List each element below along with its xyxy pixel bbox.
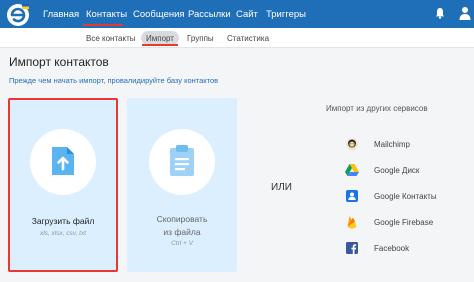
copy-card-shortcut: Ctrl + V [171, 240, 193, 247]
copy-from-file-card[interactable]: Скопировать из файла Ctrl + V [127, 98, 237, 272]
service-label: Google Диск [374, 166, 420, 175]
page-title: Импорт контактов [9, 55, 109, 69]
service-label: Mailchimp [374, 140, 411, 149]
top-navigation-bar: Главная Контакты Сообщения Рассылки Сайт… [0, 0, 474, 28]
upload-card-title: Загрузить файл [31, 216, 95, 226]
service-google-drive[interactable]: Google Диск [345, 163, 465, 179]
user-profile-icon[interactable] [459, 6, 471, 20]
nav-item-contacts[interactable]: Контакты [86, 9, 127, 20]
other-services-title: Импорт из других сервисов [326, 104, 428, 113]
nav-item-messages[interactable]: Сообщения [133, 9, 185, 20]
file-upload-icon [52, 147, 74, 175]
service-label: Google Контакты [374, 192, 437, 201]
copy-icon-circle [149, 129, 215, 195]
mailchimp-icon [346, 138, 358, 151]
service-label: Google Firebase [374, 218, 434, 227]
or-separator: ИЛИ [271, 182, 292, 193]
service-google-contacts[interactable]: Google Контакты [345, 189, 465, 205]
validate-database-link[interactable]: Прежде чем начать импорт, провалидируйте… [9, 76, 218, 85]
nav-item-home[interactable]: Главная [43, 9, 79, 20]
sub-navigation: Все контакты Импорт Группы Статистика [0, 28, 474, 48]
service-facebook[interactable]: Facebook [345, 241, 465, 257]
nav-item-site[interactable]: Сайт [236, 9, 258, 20]
nav-item-triggers[interactable]: Триггеры [266, 9, 306, 20]
active-tab-underline [142, 44, 178, 46]
tab-import[interactable]: Импорт [146, 34, 174, 43]
upload-icon-circle [30, 129, 96, 195]
app-logo-icon[interactable] [6, 3, 30, 27]
clipboard-icon [170, 145, 194, 176]
service-mailchimp[interactable]: Mailchimp [345, 137, 465, 153]
service-label: Facebook [374, 244, 410, 253]
google-drive-icon [345, 164, 359, 176]
copy-card-title-line1: Скопировать [156, 214, 208, 224]
active-nav-underline [83, 24, 123, 26]
service-google-firebase[interactable]: Google Firebase [345, 215, 465, 231]
facebook-icon [346, 242, 358, 254]
bell-icon[interactable] [434, 7, 446, 19]
google-contacts-icon [346, 190, 358, 202]
firebase-icon [347, 216, 357, 229]
tab-statistics[interactable]: Статистика [227, 34, 269, 43]
nav-item-campaigns[interactable]: Рассылки [188, 9, 231, 20]
upload-card-formats: xls, xlsx, csv, txt [39, 230, 87, 237]
upload-file-card[interactable]: Загрузить файл xls, xlsx, csv, txt [8, 98, 118, 272]
tab-groups[interactable]: Группы [187, 34, 214, 43]
copy-card-title-line2: из файла [163, 227, 201, 237]
tab-all-contacts[interactable]: Все контакты [86, 34, 136, 43]
